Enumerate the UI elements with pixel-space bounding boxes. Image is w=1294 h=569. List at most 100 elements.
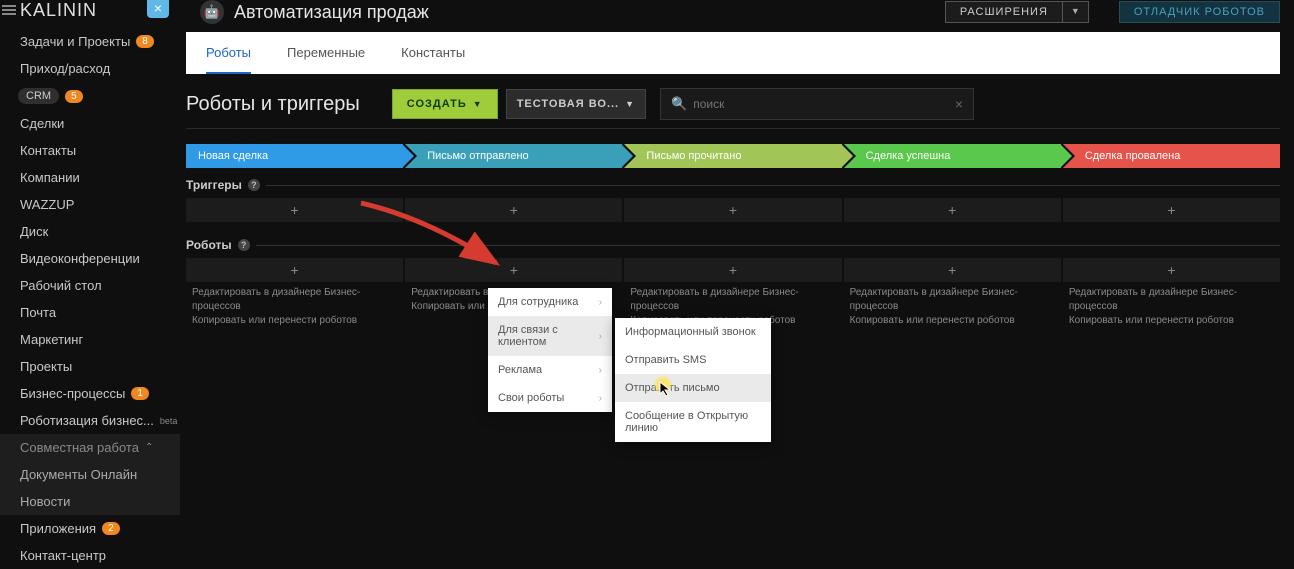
divider [186,128,1280,129]
sidebar-item-disk[interactable]: Диск [20,218,180,245]
sidebar-item-news[interactable]: Новости [20,488,180,515]
robot-debugger-button[interactable]: ОТЛАДЧИК РОБОТОВ [1119,1,1280,23]
edit-designer-link[interactable]: Редактировать в дизайнере Бизнес-процесс… [192,286,397,314]
chevron-right-icon: › [599,331,602,342]
add-robot-button[interactable]: + [844,258,1061,282]
add-trigger-button[interactable]: + [624,198,841,222]
sidebar-item-companies[interactable]: Компании [20,164,180,191]
sidebar-item-contact-center[interactable]: Контакт-центр [20,542,180,569]
add-trigger-button[interactable]: + [186,198,403,222]
robot-action-submenu: Информационный звонок Отправить SMS Отпр… [615,318,771,442]
add-trigger-button[interactable]: + [844,198,1061,222]
sidebar-item-crm[interactable]: CRM 5 [18,82,180,110]
search-input[interactable] [693,97,955,111]
add-trigger-button[interactable]: + [405,198,622,222]
robot-category-menu: Для сотрудника› Для связи с клиентом› Ре… [488,288,612,412]
add-trigger-button[interactable]: + [1063,198,1280,222]
badge: 1 [131,387,149,400]
robot-links: Редактировать в дизайнере Бизнес-процесс… [186,284,403,330]
edit-designer-link[interactable]: Редактировать в дизайнере Бизнес-процесс… [630,286,835,314]
robots-row: + + + + + [186,258,1280,282]
help-icon[interactable]: ? [238,239,250,251]
edit-designer-link[interactable]: Редактировать в дизайнере Бизнес-процесс… [1069,286,1274,314]
stage-new[interactable]: Новая сделка [186,144,403,168]
stage-lost[interactable]: Сделка провалена [1063,144,1280,168]
sidebar-item-marketing[interactable]: Маркетинг [20,326,180,353]
menu-item-client[interactable]: Для связи с клиентом› [488,316,612,356]
menu-item-info-call[interactable]: Информационный звонок [615,318,771,346]
menu-item-send-email[interactable]: Отправить письмо [615,374,771,402]
menu-item-open-line[interactable]: Сообщение в Открытую линию [615,402,771,442]
page-title: Автоматизация продаж [234,2,429,23]
badge: 8 [136,35,154,48]
section-title: Роботы и триггеры [186,93,360,116]
tab-robots[interactable]: Роботы [206,33,251,74]
robots-header: Роботы? [186,238,1280,252]
sidebar-item-wazzup[interactable]: WAZZUP [20,191,180,218]
badge: 2 [102,522,120,535]
sidebar: Задачи и Проекты 8 Приход/расход CRM 5 Сде… [0,28,180,569]
robot-links: Редактировать в дизайнере Бизнес-процесс… [844,284,1061,330]
chevron-up-icon: ⌃ [145,442,153,453]
chevron-down-icon: ▼ [473,99,483,109]
sidebar-item-video[interactable]: Видеоконференции [20,245,180,272]
sidebar-item-deals[interactable]: Сделки [20,110,180,137]
stage-won[interactable]: Сделка успешна [844,144,1061,168]
clear-icon[interactable]: × [955,96,963,112]
sidebar-group-header[interactable]: Совместная работа⌃ [20,434,180,461]
menu-item-own[interactable]: Свои роботы› [488,384,612,412]
create-button[interactable]: СОЗДАТЬ▼ [392,89,498,119]
toolbar: Роботы и триггеры СОЗДАТЬ▼ ТЕСТОВАЯ ВО..… [186,88,1280,120]
add-robot-button[interactable]: + [1063,258,1280,282]
triggers-header: Триггеры? [186,178,1280,192]
sidebar-item-income[interactable]: Приход/расход [20,55,180,82]
sidebar-item-apps[interactable]: Приложения2 [20,515,180,542]
menu-item-send-sms[interactable]: Отправить SMS [615,346,771,374]
add-robot-button[interactable]: + [186,258,403,282]
extensions-button[interactable]: РАСШИРЕНИЯ ▼ [945,1,1089,23]
sidebar-group: Совместная работа⌃ Документы Онлайн Ново… [0,434,180,515]
triggers-row: + + + + + [186,198,1280,222]
crm-pill: CRM [18,88,59,104]
menu-item-ads[interactable]: Реклама› [488,356,612,384]
funnel-select[interactable]: ТЕСТОВАЯ ВО...▼ [506,89,646,119]
add-robot-button[interactable]: + [405,258,622,282]
sidebar-item-docs[interactable]: Документы Онлайн [20,461,180,488]
robot-links: Редактировать в дизайнере Бизнес-процесс… [1063,284,1280,330]
sidebar-item-desktop[interactable]: Рабочий стол [20,272,180,299]
search-box[interactable]: 🔍 × [660,88,974,120]
stage-pipeline: Новая сделка Письмо отправлено Письмо пр… [186,144,1280,168]
page-header: 🤖 Автоматизация продаж РАСШИРЕНИЯ ▼ ОТЛА… [186,0,1294,24]
beta-tag: beta [160,416,178,426]
tab-constants[interactable]: Константы [401,33,465,74]
sidebar-item-tasks[interactable]: Задачи и Проекты 8 [20,28,180,55]
copy-robots-link[interactable]: Копировать или перенести роботов [850,314,1055,328]
sidebar-item-label: Задачи и Проекты [20,34,130,49]
add-robot-button[interactable]: + [624,258,841,282]
stage-sent[interactable]: Письмо отправлено [405,144,622,168]
menu-item-employee[interactable]: Для сотрудника› [488,288,612,316]
copy-robots-link[interactable]: Копировать или перенести роботов [1069,314,1274,328]
close-panel-button[interactable]: × [147,0,169,18]
sidebar-item-projects[interactable]: Проекты [20,353,180,380]
search-icon: 🔍 [671,96,687,112]
help-icon[interactable]: ? [248,179,260,191]
edit-designer-link[interactable]: Редактировать в дизайнере Бизнес-процесс… [850,286,1055,314]
stage-read[interactable]: Письмо прочитано [624,144,841,168]
chevron-right-icon: › [599,393,602,404]
hamburger-icon[interactable] [2,3,16,17]
sidebar-item-bp[interactable]: Бизнес-процессы1 [20,380,180,407]
badge: 5 [65,90,83,103]
robot-icon: 🤖 [200,0,224,24]
brand-logo: KALININ [20,0,97,21]
sidebar-item-rpa[interactable]: Роботизация бизнес...beta [20,407,180,434]
tabs: Роботы Переменные Константы [186,32,1280,74]
copy-robots-link[interactable]: Копировать или перенести роботов [192,314,397,328]
sidebar-item-contacts[interactable]: Контакты [20,137,180,164]
tab-variables[interactable]: Переменные [287,33,365,74]
chevron-right-icon: › [599,365,602,376]
chevron-down-icon[interactable]: ▼ [1063,1,1089,23]
chevron-down-icon: ▼ [625,99,635,109]
sidebar-item-mail[interactable]: Почта [20,299,180,326]
chevron-right-icon: › [599,297,602,308]
